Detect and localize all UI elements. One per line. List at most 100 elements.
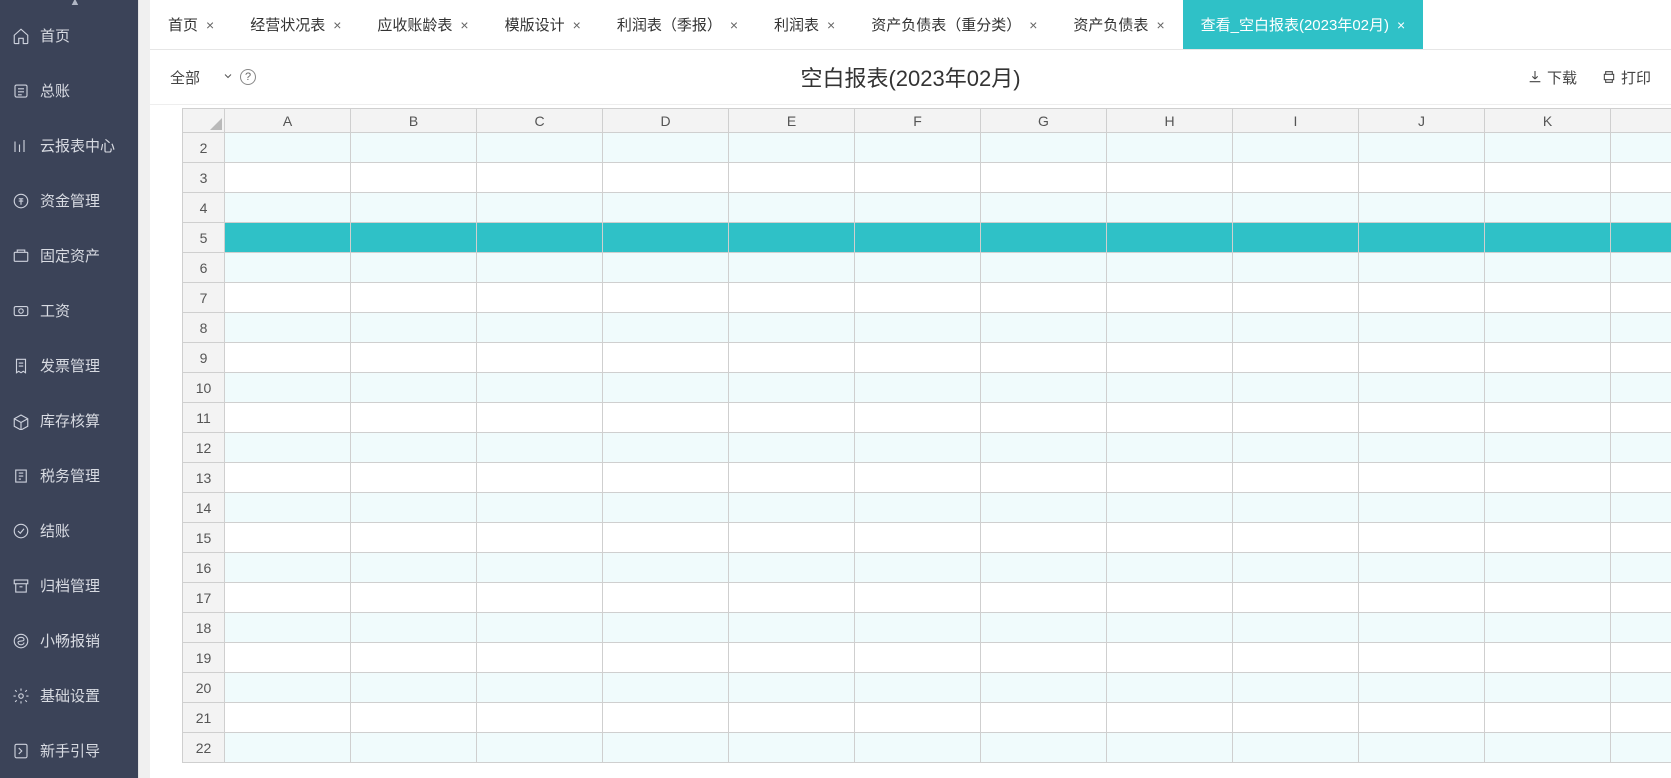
close-icon[interactable]: × [333, 17, 341, 33]
print-button[interactable]: 打印 [1601, 67, 1651, 88]
cell[interactable] [1611, 403, 1671, 433]
cell[interactable] [981, 433, 1107, 463]
cell[interactable] [981, 733, 1107, 763]
cell[interactable] [1233, 523, 1359, 553]
close-icon[interactable]: × [1397, 17, 1405, 33]
cell[interactable] [1611, 253, 1671, 283]
cell[interactable] [225, 463, 351, 493]
cell[interactable] [981, 343, 1107, 373]
cell[interactable] [225, 373, 351, 403]
cell[interactable] [1485, 223, 1611, 253]
cell[interactable] [351, 703, 477, 733]
cell[interactable] [729, 223, 855, 253]
cell[interactable] [225, 613, 351, 643]
cell[interactable] [1485, 673, 1611, 703]
row-header[interactable]: 17 [183, 583, 225, 613]
row-header[interactable]: 16 [183, 553, 225, 583]
cell[interactable] [225, 223, 351, 253]
row-header[interactable]: 5 [183, 223, 225, 253]
cell[interactable] [981, 193, 1107, 223]
cell[interactable] [1233, 433, 1359, 463]
cell[interactable] [1485, 613, 1611, 643]
cell[interactable] [603, 643, 729, 673]
cell[interactable] [855, 163, 981, 193]
cell[interactable] [855, 403, 981, 433]
cell[interactable] [351, 553, 477, 583]
cell[interactable] [1485, 253, 1611, 283]
cell[interactable] [477, 343, 603, 373]
row-header[interactable]: 11 [183, 403, 225, 433]
cell[interactable] [603, 133, 729, 163]
cell[interactable] [603, 493, 729, 523]
cell[interactable] [603, 313, 729, 343]
close-icon[interactable]: × [1029, 17, 1037, 33]
close-icon[interactable]: × [827, 17, 835, 33]
cell[interactable] [603, 523, 729, 553]
row-header[interactable]: 21 [183, 703, 225, 733]
cell[interactable] [729, 463, 855, 493]
cell[interactable] [603, 343, 729, 373]
sidebar-item-salary[interactable]: 工资 [0, 283, 150, 338]
cell[interactable] [351, 403, 477, 433]
cell[interactable] [477, 163, 603, 193]
cell[interactable] [1611, 733, 1671, 763]
cell[interactable] [1107, 373, 1233, 403]
cell[interactable] [351, 343, 477, 373]
row-header[interactable]: 15 [183, 523, 225, 553]
cell[interactable] [351, 193, 477, 223]
cell[interactable] [729, 523, 855, 553]
cell[interactable] [1359, 373, 1485, 403]
cell[interactable] [603, 253, 729, 283]
cell[interactable] [1233, 493, 1359, 523]
cell[interactable] [855, 373, 981, 403]
cell[interactable] [1233, 133, 1359, 163]
sidebar-item-archive[interactable]: 归档管理 [0, 558, 150, 613]
tab[interactable]: 资产负债表（重分类）× [853, 0, 1055, 49]
cell[interactable] [225, 673, 351, 703]
cell[interactable] [477, 283, 603, 313]
cell[interactable] [981, 163, 1107, 193]
tab[interactable]: 利润表× [756, 0, 853, 49]
sidebar-item-home[interactable]: 首页 [0, 8, 150, 63]
cell[interactable] [225, 733, 351, 763]
cell[interactable] [729, 583, 855, 613]
cell[interactable] [351, 613, 477, 643]
cell[interactable] [1485, 703, 1611, 733]
cell[interactable] [855, 613, 981, 643]
cell[interactable] [603, 733, 729, 763]
cell[interactable] [225, 283, 351, 313]
close-icon[interactable]: × [1156, 17, 1164, 33]
cell[interactable] [477, 223, 603, 253]
column-header[interactable] [1611, 109, 1671, 133]
close-icon[interactable]: × [206, 17, 214, 33]
cell[interactable] [1485, 373, 1611, 403]
column-header[interactable]: I [1233, 109, 1359, 133]
column-header[interactable]: K [1485, 109, 1611, 133]
cell[interactable] [855, 583, 981, 613]
cell[interactable] [1107, 133, 1233, 163]
sidebar-item-inventory[interactable]: 库存核算 [0, 393, 150, 448]
cell[interactable] [1233, 583, 1359, 613]
cell[interactable] [729, 343, 855, 373]
cell[interactable] [477, 553, 603, 583]
cell[interactable] [1233, 613, 1359, 643]
cell[interactable] [225, 703, 351, 733]
cell[interactable] [1107, 703, 1233, 733]
row-header[interactable]: 4 [183, 193, 225, 223]
row-header[interactable]: 6 [183, 253, 225, 283]
cell[interactable] [729, 703, 855, 733]
cell[interactable] [1485, 433, 1611, 463]
cell[interactable] [855, 673, 981, 703]
cell[interactable] [225, 403, 351, 433]
cell[interactable] [1611, 643, 1671, 673]
cell[interactable] [981, 703, 1107, 733]
cell[interactable] [855, 313, 981, 343]
row-header[interactable]: 20 [183, 673, 225, 703]
row-header[interactable]: 12 [183, 433, 225, 463]
row-header[interactable]: 19 [183, 643, 225, 673]
cell[interactable] [855, 523, 981, 553]
column-header[interactable]: E [729, 109, 855, 133]
cell[interactable] [603, 703, 729, 733]
cell[interactable] [1485, 163, 1611, 193]
cell[interactable] [729, 613, 855, 643]
